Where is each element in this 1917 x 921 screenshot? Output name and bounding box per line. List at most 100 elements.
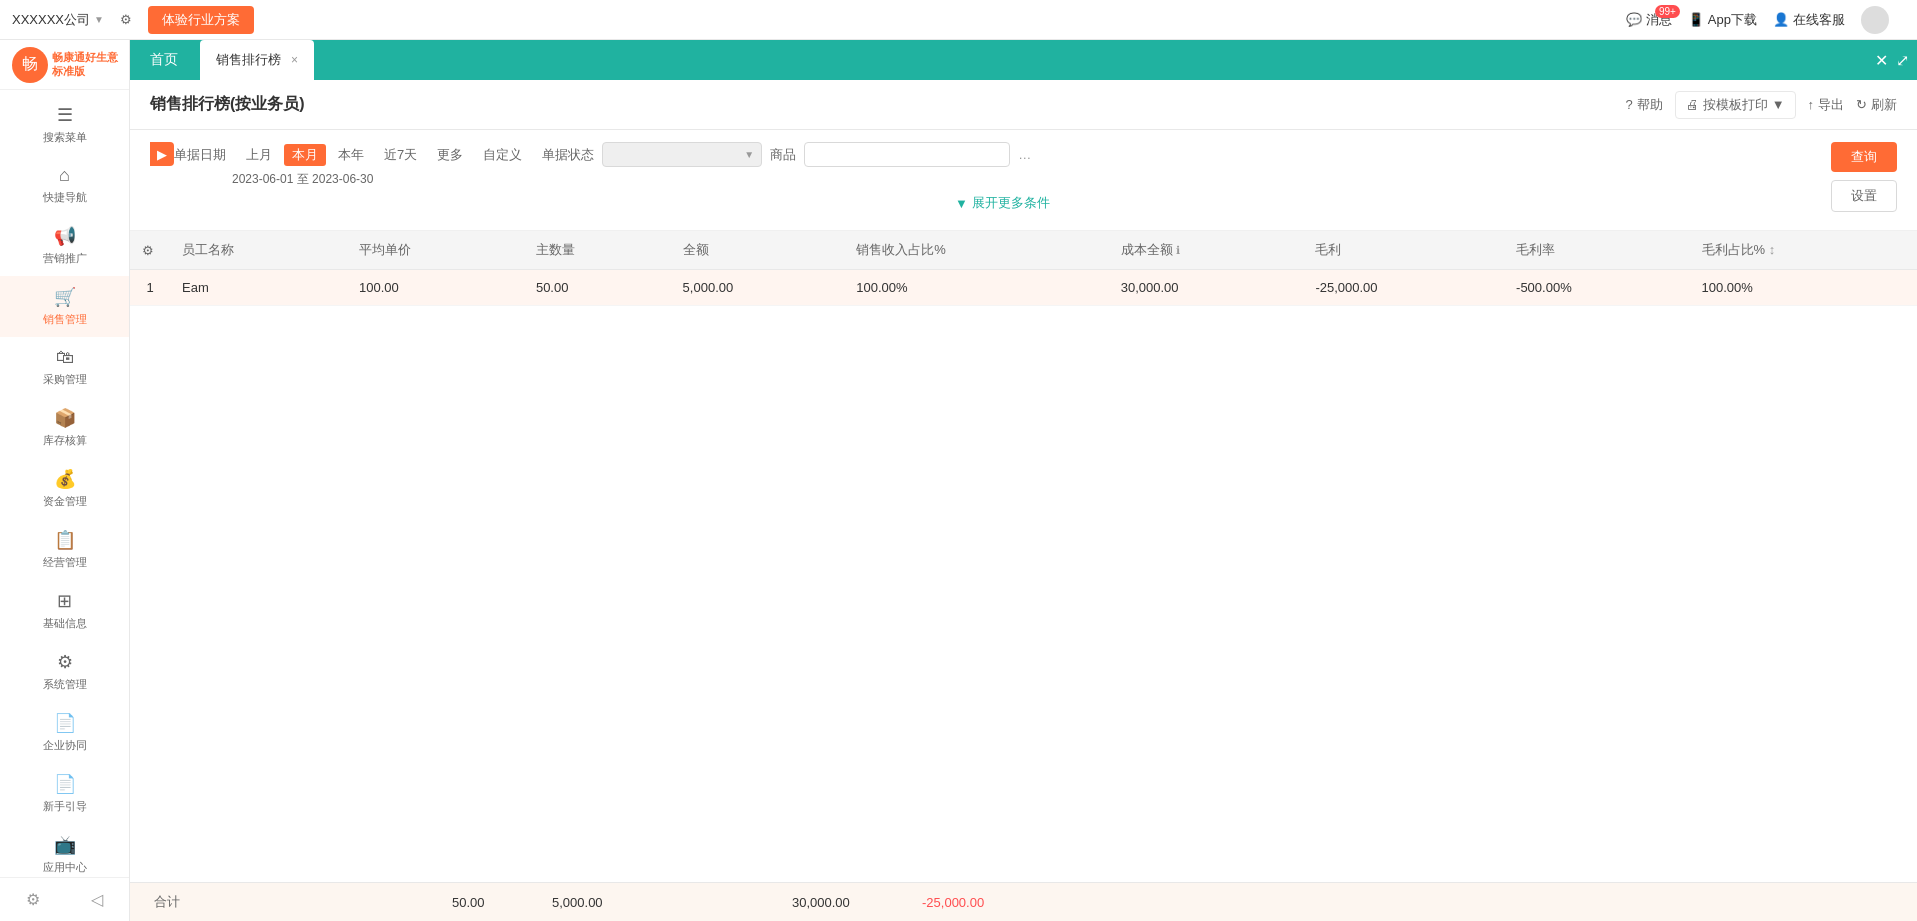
footer-label: 合计 [142,893,322,911]
sidebar-label-nav: 快捷导航 [43,190,87,205]
sidebar-item-marketing[interactable]: 📢 营销推广 [0,215,129,276]
sidebar-icon-nav: ⌂ [59,165,70,186]
goods-input[interactable] [804,142,1010,167]
date-tab-this-month[interactable]: 本月 [284,144,326,166]
sidebar-icon-finance: 💰 [54,468,76,490]
th-gross-pct: 毛利占比% ↕ [1690,231,1917,270]
sidebar-item-nav[interactable]: ⌂ 快捷导航 [0,155,129,215]
sidebar-icon-system: ⚙ [57,651,73,673]
date-tab-this-year[interactable]: 本年 [330,144,372,166]
export-button[interactable]: ↑ 导出 [1808,96,1845,114]
sidebar-icon-apps: 📺 [54,834,76,856]
message-badge: 99+ [1655,5,1680,18]
sidebar-item-collab[interactable]: 📄企业协同 [0,702,129,763]
service-label: 在线客服 [1793,11,1845,29]
message-button[interactable]: 💬 消息 99+ [1626,11,1672,29]
date-tab-last-month[interactable]: 上月 [238,144,280,166]
tab-close-button[interactable]: × [291,53,298,67]
table-header-row: ⚙ 员工名称 平均单价 主数量 全额 销售收入占比% 成本全额 ℹ 毛利 毛利率… [130,231,1917,270]
sidebar-label-search: 搜索菜单 [43,130,87,145]
set-button[interactable]: 设置 [1831,180,1897,212]
sidebar-icon-search: ☰ [57,104,73,126]
tab-close-icon[interactable]: ✕ [1875,51,1888,70]
th-gross-rate: 毛利率 [1504,231,1689,270]
online-service-button[interactable]: 👤 在线客服 [1773,11,1845,29]
sidebar-item-apps[interactable]: 📺应用中心 [0,824,129,877]
top-settings-button[interactable]: ⚙ [112,6,140,34]
help-button[interactable]: ? 帮助 [1625,96,1662,114]
company-selector[interactable]: XXXXXX公司 ▼ [12,11,104,29]
footer-avg-price [322,895,452,910]
filter-toggle-button[interactable]: ▶ [150,142,174,166]
cost-info-icon[interactable]: ℹ [1176,244,1180,256]
footer-cost: 30,000.00 [792,895,922,910]
table-wrapper: ⚙ 员工名称 平均单价 主数量 全额 销售收入占比% 成本全额 ℹ 毛利 毛利率… [130,231,1917,882]
sidebar-icon-purchase: 🛍 [56,347,74,368]
date-filter: 上月 本月 本年 近7天 更多 自定义 [238,144,530,166]
td-gross: -25,000.00 [1303,270,1504,306]
td-sales-pct: 100.00% [844,270,1108,306]
td-cost: 30,000.00 [1109,270,1304,306]
date-tab-7days[interactable]: 近7天 [376,144,425,166]
print-button[interactable]: 🖨 按模板打印 ▼ [1675,91,1796,119]
table-row: 1 Eam 100.00 50.00 5,000.00 100.00% 30,0… [130,270,1917,306]
gross-pct-sort-icon[interactable]: ↕ [1769,242,1776,257]
status-select[interactable] [602,142,762,167]
more-filter-button[interactable]: … [1018,147,1031,162]
sidebar-item-search[interactable]: ☰ 搜索菜单 [0,94,129,155]
refresh-button[interactable]: ↻ 刷新 [1856,96,1897,114]
th-settings[interactable]: ⚙ [130,231,170,270]
sidebar-icon-sales: 🛒 [54,286,76,308]
tab-home[interactable]: 首页 [130,40,198,80]
sidebar-label-marketing: 营销推广 [43,251,87,266]
status-select-wrapper: ▼ [602,142,762,167]
date-label: 单据日期 [174,146,226,164]
query-button[interactable]: 查询 [1831,142,1897,172]
date-range: 2023-06-01 至 2023-06-30 [232,171,1831,188]
th-qty: 主数量 [524,231,671,270]
sidebar-label-inventory: 库存核算 [43,433,87,448]
app-download-button[interactable]: 📱 App下载 [1688,11,1757,29]
content-area: 首页 销售排行榜 × ✕ ⤢ 销售排行榜(按业务员) ? 帮助 🖨 按模板打印 [130,40,1917,921]
tab-maximize-icon[interactable]: ⤢ [1896,51,1909,70]
sidebar-item-inventory[interactable]: 📦库存核算 [0,397,129,458]
footer-sales-pct [662,895,792,910]
sidebar-item-guide[interactable]: 📄新手引导 [0,763,129,824]
data-table: ⚙ 员工名称 平均单价 主数量 全额 销售收入占比% 成本全额 ℹ 毛利 毛利率… [130,231,1917,306]
th-gross: 毛利 [1303,231,1504,270]
sidebar-item-sales[interactable]: 🛒销售管理 [0,276,129,337]
logo-text: 畅康通好生意 标准版 [52,51,118,77]
sidebar-item-system[interactable]: ⚙系统管理 [0,641,129,702]
date-tab-more[interactable]: 更多 [429,144,471,166]
gear-icon: ⚙ [120,12,132,27]
sidebar-collapse-button[interactable]: ◁ [83,886,111,913]
sidebar-bottom: ⚙ ◁ [0,877,129,921]
avatar[interactable] [1861,6,1889,34]
th-cost: 成本全额 ℹ [1109,231,1304,270]
expand-conditions-button[interactable]: ▼ 展开更多条件 [955,194,1050,212]
sidebar-item-basic[interactable]: ⊞基础信息 [0,580,129,641]
sidebar: 畅 畅康通好生意 标准版 ☰搜索菜单⌂快捷导航📢营销推广🛒销售管理🛍采购管理📦库… [0,40,130,921]
sidebar-icon-marketing: 📢 [54,225,76,247]
footer-amount: 5,000.00 [552,895,662,910]
th-amount: 全额 [671,231,845,270]
td-gross-pct: 100.00% [1690,270,1917,306]
sidebar-settings-button[interactable]: ⚙ [18,886,48,913]
status-label: 单据状态 [542,146,594,164]
td-gross-rate: -500.00% [1504,270,1689,306]
td-rank: 1 [130,270,170,306]
company-name: XXXXXX公司 [12,11,90,29]
sidebar-item-purchase[interactable]: 🛍采购管理 [0,337,129,397]
filter-main: 单据日期 上月 本月 本年 近7天 更多 自定义 单据状态 [174,142,1831,218]
date-tab-custom[interactable]: 自定义 [475,144,530,166]
footer-qty: 50.00 [452,895,552,910]
sidebar-label-operation: 经营管理 [43,555,87,570]
message-icon: 💬 [1626,12,1642,27]
tab-sales-ranking[interactable]: 销售排行榜 × [200,40,314,80]
sidebar-label-basic: 基础信息 [43,616,87,631]
filter-actions: 查询 设置 [1831,142,1897,212]
trial-button[interactable]: 体验行业方案 [148,6,254,34]
sidebar-item-operation[interactable]: 📋经营管理 [0,519,129,580]
sidebar-item-finance[interactable]: 💰资金管理 [0,458,129,519]
sidebar-icon-guide: 📄 [54,773,76,795]
